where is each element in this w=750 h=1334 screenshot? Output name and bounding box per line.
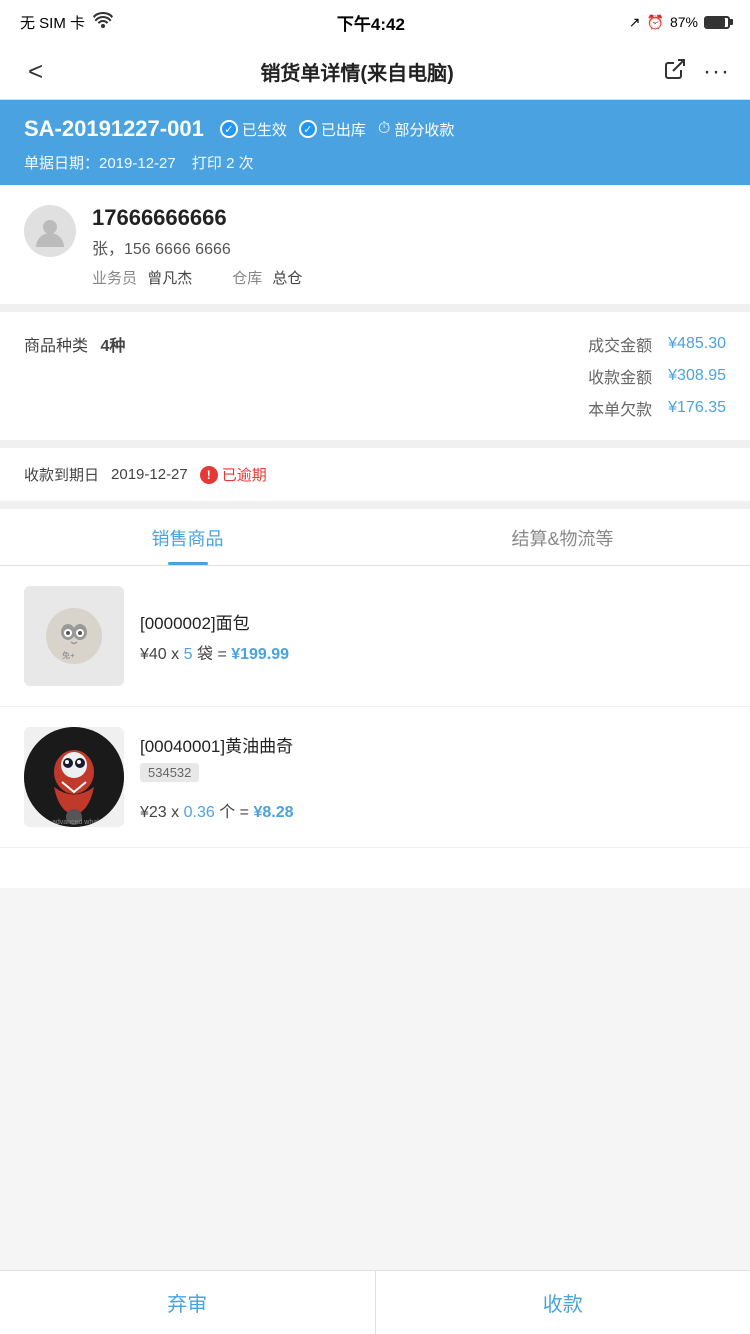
product-info-1: [0000002]面包 ¥40 x 5 袋 = ¥199.99 [140,609,726,664]
overdue-icon: ! [200,466,218,484]
warehouse-name: 总仓 [272,270,302,287]
status-effected: ✓ 已生效 [220,119,287,140]
amount-fields: 成交金额 ¥485.30 收款金额 ¥308.95 本单欠款 ¥176.35 [588,332,726,420]
product-name-1: [0000002]面包 [140,609,726,634]
customer-section: 17666666666 张，156 6666 6666 业务员 曾凡杰 仓库 总… [0,185,750,312]
status-bar: 无 SIM 卡 下午4:42 ↗ ⏰ 87% [0,0,750,44]
product-thumb-owl: advanced whale [24,727,124,827]
product-sku-2: 534532 [140,763,199,782]
owed-row: 本单欠款 ¥176.35 [588,396,726,420]
product-list: 兔+ [0000002]面包 ¥40 x 5 袋 = ¥199.99 [0,566,750,888]
product-total-1: ¥199.99 [231,646,289,663]
check-icon-2: ✓ [299,120,317,138]
category-count: 4种 [100,338,125,355]
received-amount: ¥308.95 [668,367,726,385]
product-name-2: [00040001]黄油曲奇 [140,732,726,757]
abandon-button[interactable]: 弃审 [0,1271,376,1334]
product-info-2: [00040001]黄油曲奇 534532 ¥23 x 0.36 个 = ¥8.… [140,732,726,822]
deal-amount-row: 成交金额 ¥485.30 [588,332,726,356]
status-time: 下午4:42 [337,10,405,35]
tabs-section: 销售商品 结算&物流等 [0,509,750,566]
summary-section: 商品种类 4种 成交金额 ¥485.30 收款金额 ¥308.95 本单欠款 ¥… [0,312,750,448]
battery-icon [704,16,730,29]
product-thumbnail-1: 兔+ [24,586,124,686]
svg-text:兔+: 兔+ [62,650,75,660]
customer-id: 17666666666 [92,205,726,231]
status-shipped: ✓ 已出库 [299,119,366,140]
battery-percent: 87% [670,14,698,30]
check-icon-1: ✓ [220,120,238,138]
share-button[interactable] [663,57,687,87]
alarm-icon: ⏰ [647,14,664,31]
product-qty-1: 5 [184,646,193,663]
customer-info: 17666666666 张，156 6666 6666 业务员 曾凡杰 仓库 总… [92,205,726,288]
product-total-2: ¥8.28 [253,804,293,821]
product-price-1: ¥40 x 5 袋 = ¥199.99 [140,640,726,664]
received-row: 收款金额 ¥308.95 [588,364,726,388]
thumb-placeholder-1: 兔+ [24,586,124,686]
bottom-bar: 弃审 收款 [0,1270,750,1334]
more-button[interactable]: ··· [703,58,730,86]
overdue-text: 已逾期 [222,464,267,485]
customer-name-phone: 张，156 6666 6666 [92,235,726,259]
product-thumbnail-2: advanced whale [24,727,124,827]
overdue-badge: ! 已逾期 [200,464,267,485]
product-item-2: advanced whale [00040001]黄油曲奇 534532 ¥23… [0,707,750,848]
product-list-bottom-space [0,848,750,888]
tab-sales-products[interactable]: 销售商品 [0,509,375,565]
salesperson-field: 业务员 曾凡杰 [92,267,192,288]
due-date-value: 2019-12-27 [111,466,188,483]
due-date-section: 收款到期日 2019-12-27 ! 已逾期 [0,448,750,509]
nav-actions: ··· [663,57,730,87]
salesperson-name: 曾凡杰 [147,270,192,287]
page-title: 销货单详情(来自电脑) [260,57,453,86]
owed-amount: ¥176.35 [668,399,726,417]
deal-amount: ¥485.30 [668,335,726,353]
location-icon: ↗ [629,14,641,31]
customer-meta: 业务员 曾凡杰 仓库 总仓 [92,267,726,288]
product-sku-wrapper: 534532 [140,763,726,790]
wifi-icon [93,12,113,32]
back-button[interactable]: < [20,48,51,95]
product-price-2: ¥23 x 0.36 个 = ¥8.28 [140,798,726,822]
order-header-banner: SA-20191227-001 ✓ 已生效 ✓ 已出库 ⏱ 部分收款 单据日期：… [0,100,750,185]
status-partial: ⏱ 部分收款 [378,119,455,140]
collect-button[interactable]: 收款 [376,1271,750,1334]
product-qty-2: 0.36 [184,804,215,821]
clock-icon: ⏱ [378,120,390,138]
warehouse-field: 仓库 总仓 [232,267,302,288]
svg-text:advanced whale: advanced whale [52,819,103,826]
avatar [24,205,76,257]
status-right: ↗ ⏰ 87% [629,14,730,31]
order-id: SA-20191227-001 [24,116,204,142]
status-left: 无 SIM 卡 [20,12,113,33]
product-item: 兔+ [0000002]面包 ¥40 x 5 袋 = ¥199.99 [0,566,750,707]
carrier-text: 无 SIM 卡 [20,12,85,33]
category-field: 商品种类 4种 [24,332,125,356]
order-date-line: 单据日期：2019-12-27 打印 2 次 [24,152,726,173]
nav-bar: < 销货单详情(来自电脑) ··· [0,44,750,100]
due-date-label: 收款到期日 [24,464,99,485]
tab-settlement-logistics[interactable]: 结算&物流等 [375,509,750,565]
status-badges: ✓ 已生效 ✓ 已出库 ⏱ 部分收款 [220,119,455,140]
